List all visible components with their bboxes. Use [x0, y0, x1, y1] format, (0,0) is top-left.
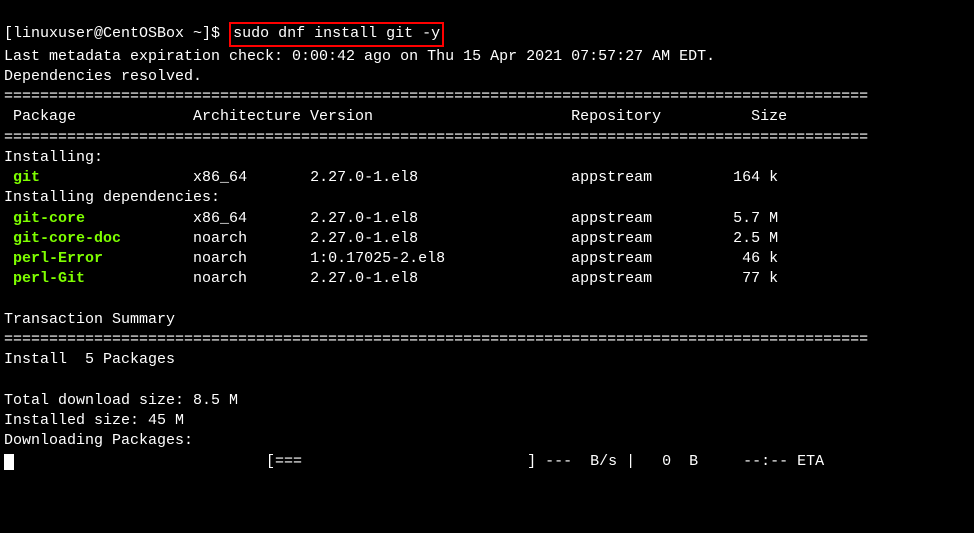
prompt-line: [linuxuser@CentOSBox ~]$ sudo dnf instal…: [4, 25, 444, 42]
progress-bar: [=== ] --- B/s | 0 B --:-- ETA: [14, 453, 824, 470]
metadata-line: Last metadata expiration check: 0:00:42 …: [4, 48, 715, 65]
pkg-row: noarch 2.27.0-1.el8 appstream 2.5 M: [121, 230, 778, 247]
divider-top: ========================================…: [4, 88, 868, 105]
command-highlight: sudo dnf install git -y: [229, 22, 444, 46]
cursor: [4, 454, 14, 470]
pkg-row: noarch 1:0.17025-2.el8 appstream 46 k: [103, 250, 778, 267]
pkg-name: perl-Error: [13, 250, 103, 267]
command-text: sudo dnf install git -y: [233, 25, 440, 42]
pkg-name: git-core-doc: [13, 230, 121, 247]
pkg-name: perl-Git: [13, 270, 85, 287]
divider-summary: ========================================…: [4, 331, 868, 348]
installing-label: Installing:: [4, 149, 103, 166]
pkg-row: noarch 2.27.0-1.el8 appstream 77 k: [85, 270, 778, 287]
installing-deps-label: Installing dependencies:: [4, 189, 220, 206]
pkg-row: x86_64 2.27.0-1.el8 appstream 164 k: [40, 169, 778, 186]
pkg-name: git: [13, 169, 40, 186]
deps-resolved: Dependencies resolved.: [4, 68, 202, 85]
install-count: Install 5 Packages: [4, 351, 175, 368]
divider-header: ========================================…: [4, 129, 868, 146]
pkg-name: git-core: [13, 210, 85, 227]
prompt-symbol: $: [211, 25, 220, 42]
download-size: Total download size: 8.5 M: [4, 392, 238, 409]
transaction-summary: Transaction Summary: [4, 311, 175, 328]
header-row: Package Architecture Version Repository …: [4, 108, 787, 125]
pkg-row: x86_64 2.27.0-1.el8 appstream 5.7 M: [85, 210, 778, 227]
prompt-user: [linuxuser@CentOSBox ~]: [4, 25, 211, 42]
downloading-label: Downloading Packages:: [4, 432, 193, 449]
installed-size: Installed size: 45 M: [4, 412, 184, 429]
